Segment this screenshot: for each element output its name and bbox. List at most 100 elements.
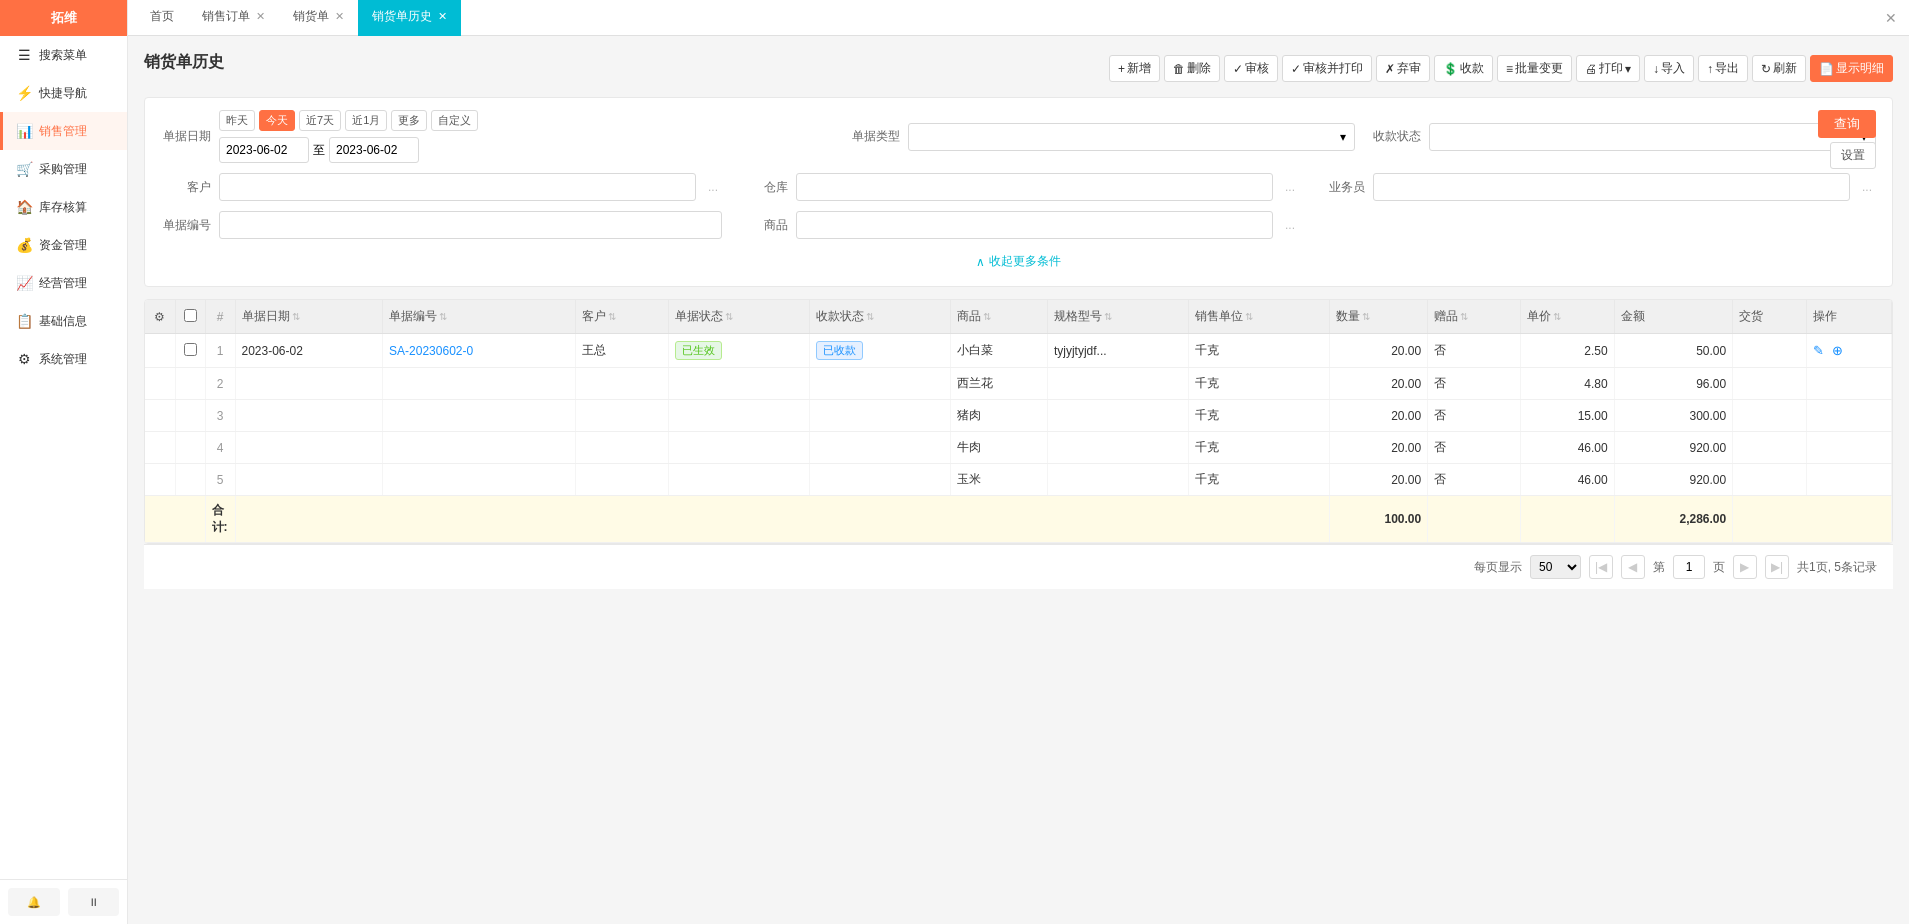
add-button[interactable]: + 新增 [1109,55,1160,82]
per-page-select[interactable]: 50 100 200 [1530,555,1581,579]
doc-no-link[interactable]: SA-20230602-0 [389,344,473,358]
yesterday-btn[interactable]: 昨天 [219,110,255,131]
sidebar-item-sales-mgmt[interactable]: 📊 销售管理 [0,112,127,150]
th-spec[interactable]: 规格型号⇅ [1047,300,1188,334]
export-button[interactable]: ↑ 导出 [1698,55,1748,82]
top-bar-area: 销货单历史 + 新增 🗑 删除 ✓ 审核 ✓ [144,52,1893,85]
tab-sales-delivery-history[interactable]: 销货单历史 ✕ [358,0,461,36]
sidebar-item-inventory[interactable]: 🏠 库存核算 [0,188,127,226]
cell-settings [145,368,175,400]
summary-price-spacer [1521,496,1614,543]
cell-checkbox[interactable] [175,464,205,496]
th-unit-price[interactable]: 单价⇅ [1521,300,1614,334]
pause-btn[interactable]: ⏸ [68,888,120,916]
sidebar-item-search-menu[interactable]: ☰ 搜索菜单 [0,36,127,74]
import-button[interactable]: ↓ 导入 [1644,55,1694,82]
tab-home[interactable]: 首页 [136,0,188,36]
warehouse-dots[interactable]: ... [1281,180,1299,194]
cell-amount: 920.00 [1614,432,1732,464]
tab-close-sales-order[interactable]: ✕ [256,10,265,23]
goods-input[interactable] [796,211,1273,239]
audit-button[interactable]: ✓ 审核 [1224,55,1278,82]
date-to-input[interactable] [329,137,419,163]
settings-button[interactable]: 设置 [1830,142,1876,169]
cell-checkbox[interactable] [175,400,205,432]
tab-sales-delivery[interactable]: 销货单 ✕ [279,0,358,36]
doc-no-label: 单据编号 [161,217,211,234]
th-payment-status[interactable]: 收款状态⇅ [809,300,950,334]
tab-close-history[interactable]: ✕ [438,10,447,23]
show-detail-button[interactable]: 📄 显示明细 [1810,55,1893,82]
more-btn[interactable]: 更多 [391,110,427,131]
copy-icon[interactable]: ⊕ [1832,343,1843,358]
refresh-button[interactable]: ↻ 刷新 [1752,55,1806,82]
page-number-input[interactable] [1673,555,1705,579]
sidebar-item-system-mgmt[interactable]: ⚙ 系统管理 [0,340,127,378]
pagination: 每页显示 50 100 200 |◀ ◀ 第 页 ▶ ▶| 共1页, 5条记录 [144,544,1893,589]
cell-checkbox[interactable] [175,368,205,400]
tab-close-sales-delivery[interactable]: ✕ [335,10,344,23]
first-page-btn[interactable]: |◀ [1589,555,1613,579]
cell-unit: 千克 [1188,334,1329,368]
notification-btn[interactable]: 🔔 [8,888,60,916]
salesperson-dots[interactable]: ... [1858,180,1876,194]
last1month-btn[interactable]: 近1月 [345,110,387,131]
payment-status-select[interactable]: ▾ [1429,123,1876,151]
cell-gift: 否 [1428,432,1521,464]
th-qty[interactable]: 数量⇅ [1329,300,1428,334]
next-page-btn[interactable]: ▶ [1733,555,1757,579]
th-doc-date[interactable]: 单据日期⇅ [235,300,383,334]
salesperson-input[interactable] [1373,173,1850,201]
sort-icon: ⇅ [1362,311,1370,322]
th-doc-no[interactable]: 单据编号⇅ [383,300,576,334]
th-goods[interactable]: 商品⇅ [950,300,1047,334]
tab-bar: 首页 销售订单 ✕ 销货单 ✕ 销货单历史 ✕ ✕ [128,0,1909,36]
collapse-button[interactable]: ∧ 收起更多条件 [161,249,1876,274]
filter-salesperson: 业务员 ... [1315,173,1876,201]
collect-button[interactable]: 💲 收款 [1434,55,1493,82]
row-checkbox[interactable] [184,343,197,356]
sidebar-item-basic-info[interactable]: 📋 基础信息 [0,302,127,340]
date-from-input[interactable] [219,137,309,163]
cell-goods: 西兰花 [950,368,1047,400]
tab-sales-order[interactable]: 销售订单 ✕ [188,0,279,36]
select-all-checkbox[interactable] [184,309,197,322]
th-settings[interactable]: ⚙ [145,300,175,334]
warehouse-input[interactable] [796,173,1273,201]
doc-type-select[interactable]: ▾ [908,123,1355,151]
audit-print-button[interactable]: ✓ 审核并打印 [1282,55,1372,82]
edit-icon[interactable]: ✎ [1813,343,1824,358]
sidebar-item-finance[interactable]: 💰 资金管理 [0,226,127,264]
query-button[interactable]: 查询 [1818,110,1876,138]
cell-checkbox[interactable] [175,334,205,368]
abandon-button[interactable]: ✗ 弃审 [1376,55,1430,82]
cell-doc-no [383,464,576,496]
today-btn[interactable]: 今天 [259,110,295,131]
sidebar-item-operations[interactable]: 📈 经营管理 [0,264,127,302]
filter-row-2: 客户 ... 仓库 ... 业务员 ... [161,173,1876,201]
customer-dots[interactable]: ... [704,180,722,194]
th-customer[interactable]: 客户⇅ [575,300,668,334]
doc-no-input[interactable] [219,211,722,239]
print-button[interactable]: 🖨 打印 ▾ [1576,55,1640,82]
custom-btn[interactable]: 自定义 [431,110,478,131]
th-checkbox[interactable] [175,300,205,334]
prev-page-btn[interactable]: ◀ [1621,555,1645,579]
customer-input[interactable] [219,173,696,201]
th-unit[interactable]: 销售单位⇅ [1188,300,1329,334]
th-transaction: 交货 [1733,300,1806,334]
th-doc-status[interactable]: 单据状态⇅ [668,300,809,334]
last-page-btn[interactable]: ▶| [1765,555,1789,579]
filter-doc-no: 单据编号 [161,211,722,239]
last7days-btn[interactable]: 近7天 [299,110,341,131]
window-close-btn[interactable]: ✕ [1881,10,1901,26]
cell-gift: 否 [1428,368,1521,400]
delete-button[interactable]: 🗑 删除 [1164,55,1220,82]
sidebar-item-purchase-mgmt[interactable]: 🛒 采购管理 [0,150,127,188]
goods-dots[interactable]: ... [1281,218,1299,232]
cell-checkbox[interactable] [175,432,205,464]
batch-change-button[interactable]: ≡ 批量变更 [1497,55,1572,82]
th-gift[interactable]: 赠品⇅ [1428,300,1521,334]
logo: 拓维 [0,0,127,36]
sidebar-item-quick-nav[interactable]: ⚡ 快捷导航 [0,74,127,112]
